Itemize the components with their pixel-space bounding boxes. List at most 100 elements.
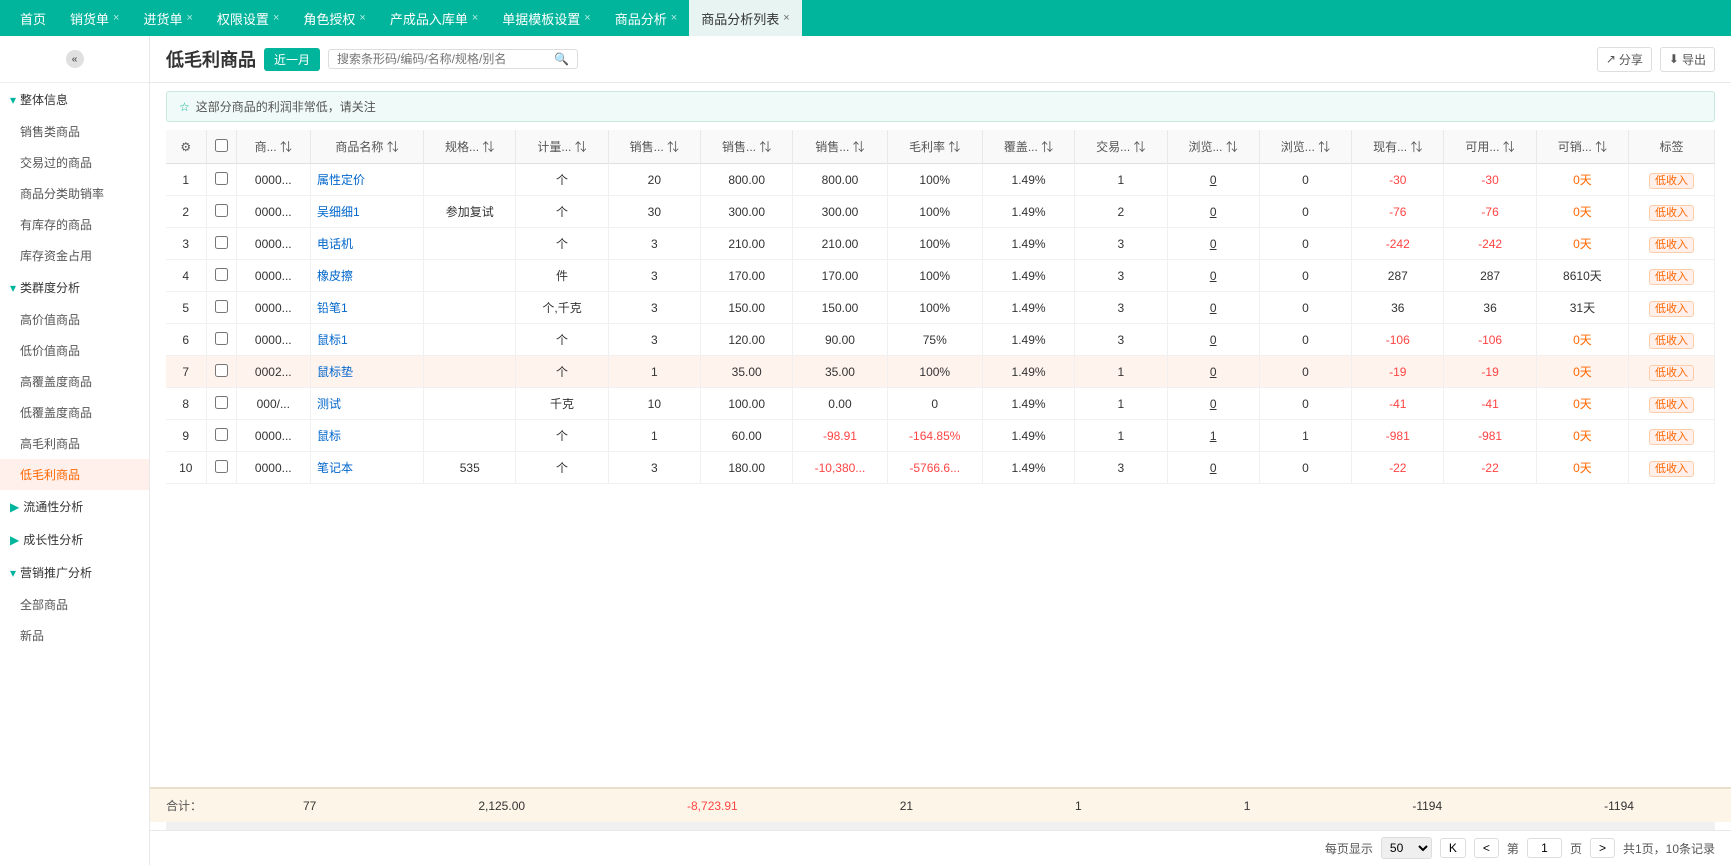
th-transactions[interactable]: 交易... ⇅ (1075, 130, 1167, 164)
page-size-select[interactable]: 50 100 200 (1381, 837, 1432, 859)
cell-check[interactable] (206, 196, 236, 228)
row-checkbox-9[interactable] (215, 460, 228, 473)
sidebar-item-traded-goods[interactable]: 交易过的商品 (0, 147, 149, 178)
th-unit[interactable]: 计量... ⇅ (516, 130, 608, 164)
cell-views1[interactable]: 0 (1167, 388, 1259, 420)
cell-views1[interactable]: 0 (1167, 196, 1259, 228)
export-button[interactable]: ⬇ 导出 (1660, 47, 1715, 72)
sidebar-section-circulation[interactable]: ▶ 流通性分析 (0, 490, 149, 523)
row-checkbox-7[interactable] (215, 396, 228, 409)
row-checkbox-8[interactable] (215, 428, 228, 441)
close-goods-list-icon[interactable]: × (783, 12, 789, 24)
cell-name[interactable]: 电话机 (311, 228, 424, 260)
cell-check[interactable] (206, 356, 236, 388)
sidebar-item-all-goods[interactable]: 全部商品 (0, 589, 149, 620)
sidebar-item-stock-capital[interactable]: 库存资金占用 (0, 240, 149, 271)
row-checkbox-6[interactable] (215, 364, 228, 377)
th-sale-amount[interactable]: 销售... ⇅ (793, 130, 887, 164)
cell-name[interactable]: 鼠标 (311, 420, 424, 452)
nav-item-product-entry[interactable]: 产成品入库单 × (378, 0, 490, 36)
th-sale-price[interactable]: 销售... ⇅ (701, 130, 793, 164)
sidebar-section-overview[interactable]: ▾ 整体信息 (0, 83, 149, 116)
close-permissions-icon[interactable]: × (273, 12, 279, 24)
sidebar-section-growth[interactable]: ▶ 成长性分析 (0, 523, 149, 556)
th-views2[interactable]: 浏览... ⇅ (1259, 130, 1351, 164)
th-spec[interactable]: 规格... ⇅ (424, 130, 516, 164)
nav-item-goods-analysis[interactable]: 商品分析 × (603, 0, 689, 36)
cell-check[interactable] (206, 388, 236, 420)
cell-name[interactable]: 橡皮擦 (311, 260, 424, 292)
close-sales-icon[interactable]: × (113, 12, 119, 24)
cell-check[interactable] (206, 260, 236, 292)
row-checkbox-4[interactable] (215, 300, 228, 313)
sidebar-item-high-margin[interactable]: 高毛利商品 (0, 428, 149, 459)
sidebar-collapse-button[interactable]: « (66, 50, 84, 68)
nav-item-goods-analysis-list[interactable]: 商品分析列表 × (689, 0, 801, 36)
cell-name[interactable]: 笔记本 (311, 452, 424, 484)
cell-name[interactable]: 测试 (311, 388, 424, 420)
cell-check[interactable] (206, 452, 236, 484)
sidebar-item-category-rate[interactable]: 商品分类助销率 (0, 178, 149, 209)
row-checkbox-2[interactable] (215, 236, 228, 249)
search-icon[interactable]: 🔍 (554, 52, 569, 66)
cell-check[interactable] (206, 292, 236, 324)
nav-item-sales[interactable]: 销货单 × (58, 0, 131, 36)
th-name[interactable]: 商品名称 ⇅ (311, 130, 424, 164)
page-number-input[interactable] (1527, 838, 1562, 858)
cell-check[interactable] (206, 420, 236, 452)
close-purchase-icon[interactable]: × (186, 12, 192, 24)
cell-name[interactable]: 铅笔1 (311, 292, 424, 324)
row-checkbox-3[interactable] (215, 268, 228, 281)
row-checkbox-5[interactable] (215, 332, 228, 345)
cell-name[interactable]: 鼠标1 (311, 324, 424, 356)
nav-item-home[interactable]: 首页 (8, 0, 58, 36)
sidebar-section-cluster[interactable]: ▾ 类群度分析 (0, 271, 149, 304)
period-button[interactable]: 近一月 (264, 48, 320, 71)
th-settings[interactable]: ⚙ (166, 130, 206, 164)
th-code[interactable]: 商... ⇅ (236, 130, 311, 164)
nav-item-permissions[interactable]: 权限设置 × (205, 0, 291, 36)
th-available[interactable]: 可用... ⇅ (1444, 130, 1536, 164)
share-button[interactable]: ↗ 分享 (1597, 47, 1652, 72)
sidebar-item-high-value[interactable]: 高价值商品 (0, 304, 149, 335)
nav-item-template[interactable]: 单据模板设置 × (490, 0, 602, 36)
select-all-checkbox[interactable] (215, 139, 228, 152)
cell-views1[interactable]: 0 (1167, 452, 1259, 484)
cell-views1[interactable]: 1 (1167, 420, 1259, 452)
nav-item-roles[interactable]: 角色授权 × (291, 0, 377, 36)
cell-name[interactable]: 鼠标垫 (311, 356, 424, 388)
cell-views1[interactable]: 0 (1167, 292, 1259, 324)
row-checkbox-1[interactable] (215, 204, 228, 217)
sidebar-item-high-coverage[interactable]: 高覆盖度商品 (0, 366, 149, 397)
search-input[interactable] (337, 52, 550, 66)
cell-check[interactable] (206, 228, 236, 260)
sidebar-section-marketing[interactable]: ▾ 营销推广分析 (0, 556, 149, 589)
close-goods-analysis-icon[interactable]: × (671, 12, 677, 24)
nav-item-purchase[interactable]: 进货单 × (131, 0, 204, 36)
sidebar-item-sales-goods[interactable]: 销售类商品 (0, 116, 149, 147)
sidebar-item-low-margin[interactable]: 低毛利商品 (0, 459, 149, 490)
th-checkbox[interactable] (206, 130, 236, 164)
first-page-button[interactable]: K (1440, 838, 1466, 858)
close-product-entry-icon[interactable]: × (472, 12, 478, 24)
cell-name[interactable]: 属性定价 (311, 164, 424, 196)
cell-check[interactable] (206, 164, 236, 196)
th-stock[interactable]: 现有... ⇅ (1352, 130, 1444, 164)
prev-page-button[interactable]: < (1474, 838, 1499, 858)
close-template-icon[interactable]: × (584, 12, 590, 24)
close-roles-icon[interactable]: × (359, 12, 365, 24)
row-checkbox-0[interactable] (215, 172, 228, 185)
sidebar-item-new-goods[interactable]: 新品 (0, 620, 149, 651)
th-views1[interactable]: 浏览... ⇅ (1167, 130, 1259, 164)
cell-views1[interactable]: 0 (1167, 164, 1259, 196)
cell-views1[interactable]: 0 (1167, 356, 1259, 388)
th-tag[interactable]: 标签 (1629, 130, 1715, 164)
horizontal-scrollbar[interactable] (166, 822, 1715, 830)
cell-check[interactable] (206, 324, 236, 356)
sidebar-item-low-value[interactable]: 低价值商品 (0, 335, 149, 366)
cell-name[interactable]: 吴细细1 (311, 196, 424, 228)
sidebar-item-stock-goods[interactable]: 有库存的商品 (0, 209, 149, 240)
cell-views1[interactable]: 0 (1167, 228, 1259, 260)
th-coverage[interactable]: 覆盖... ⇅ (982, 130, 1074, 164)
th-saleable[interactable]: 可销... ⇅ (1536, 130, 1628, 164)
